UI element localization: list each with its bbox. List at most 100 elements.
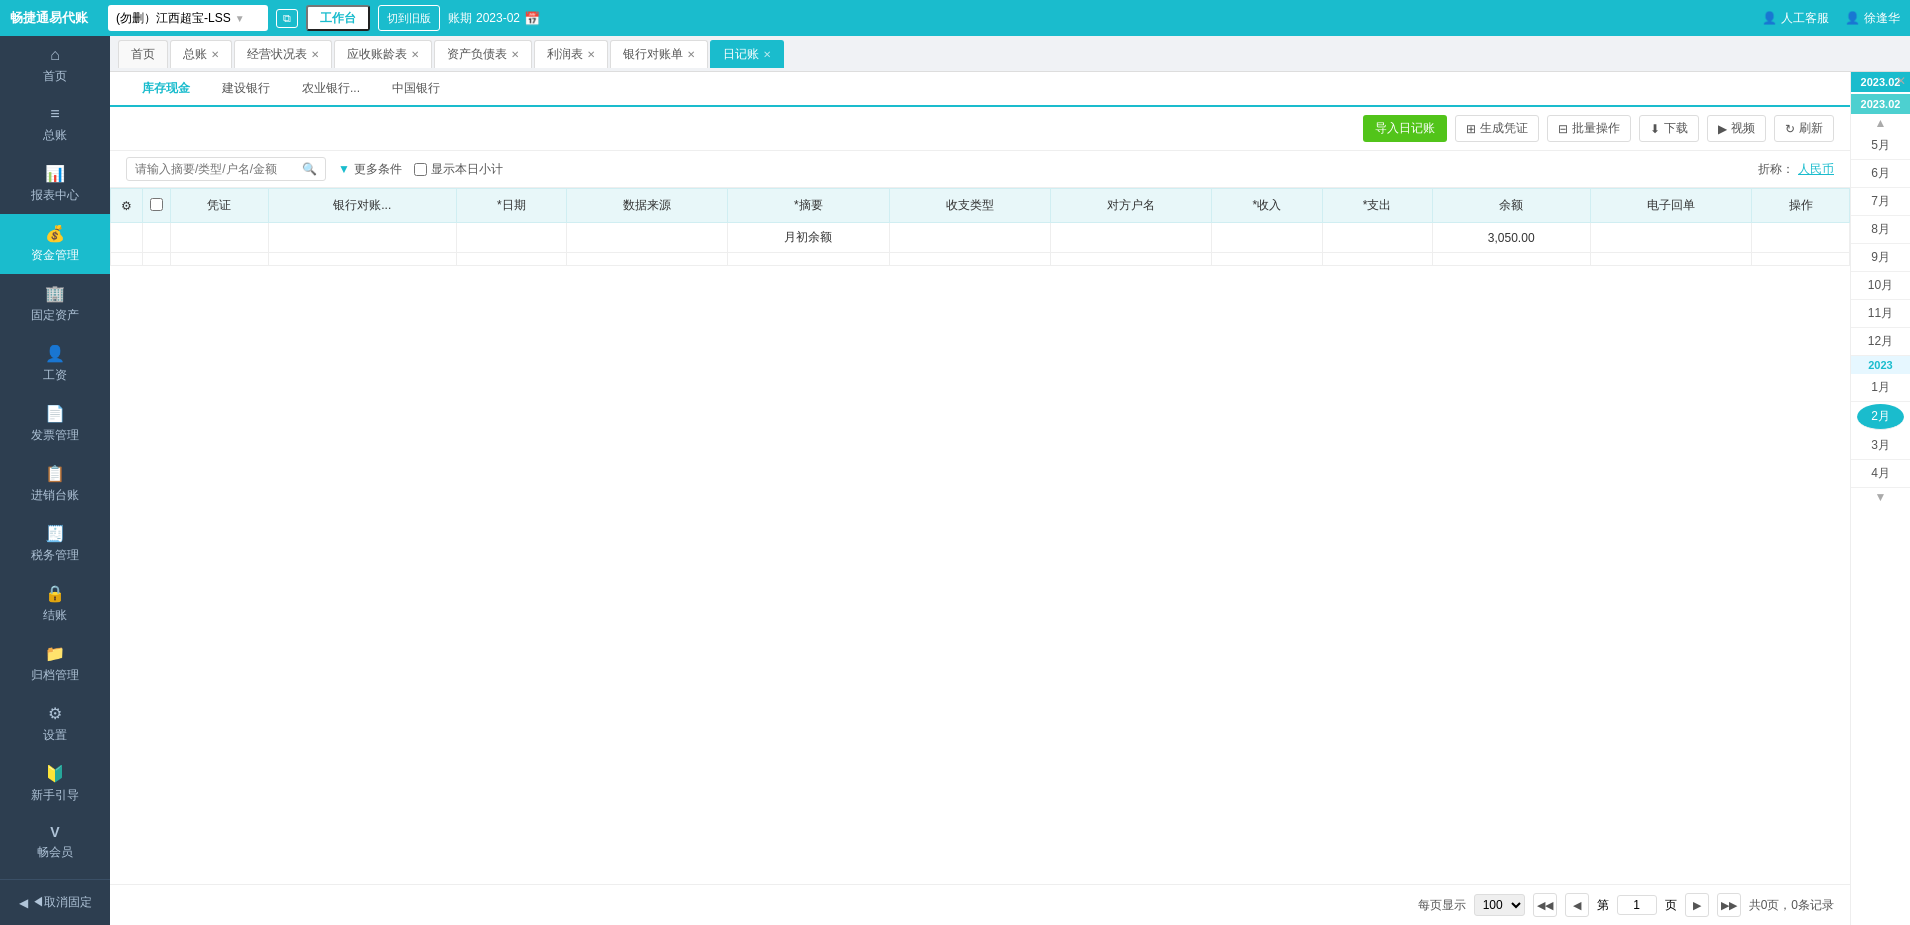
import-journal-button[interactable]: 导入日记账	[1363, 115, 1447, 142]
last-page-button[interactable]: ▶▶	[1717, 893, 1741, 917]
cal-month-9[interactable]: 9月	[1851, 244, 1910, 272]
chevron-down-icon: ▼	[235, 13, 245, 24]
cal-year-header-alt[interactable]: 2023.02	[1851, 94, 1910, 114]
cal-month-2023-1[interactable]: 1月	[1851, 374, 1910, 402]
cal-month-12[interactable]: 12月	[1851, 328, 1910, 356]
more-conditions-button[interactable]: ▼ 更多条件	[338, 161, 402, 178]
col-check[interactable]	[143, 189, 171, 223]
tab-receivable[interactable]: 应收账龄表 ✕	[334, 40, 432, 68]
cal-year-2023-label[interactable]: 2023	[1851, 356, 1910, 374]
per-page-select[interactable]: 100	[1474, 894, 1525, 916]
first-page-button[interactable]: ◀◀	[1533, 893, 1557, 917]
user-profile[interactable]: 👤 徐逢华	[1845, 10, 1900, 27]
cal-month-8[interactable]: 8月	[1851, 216, 1910, 244]
tab-bar: 首页 总账 ✕ 经营状况表 ✕ 应收账龄表 ✕ 资产负债表 ✕ 利润表 ✕	[110, 36, 1910, 72]
per-page-label: 每页显示	[1418, 897, 1466, 914]
sidebar-item-invoices[interactable]: 📄 发票管理	[0, 394, 110, 454]
close-icon[interactable]: ✕	[311, 49, 319, 60]
sidebar-item-guide[interactable]: 🔰 新手引导	[0, 754, 110, 814]
sub-tab-cash[interactable]: 库存现金	[126, 72, 206, 107]
cal-nav-down[interactable]: ▼	[1851, 488, 1910, 506]
sidebar-item-reports[interactable]: 📊 报表中心	[0, 154, 110, 214]
cal-month-2023-3[interactable]: 3月	[1851, 432, 1910, 460]
cal-nav-up[interactable]: ▲	[1851, 114, 1910, 132]
page-number-input[interactable]	[1617, 895, 1657, 915]
cal-month-10[interactable]: 10月	[1851, 272, 1910, 300]
cal-nav-down-icon[interactable]: ▼	[1875, 490, 1887, 504]
sub-tab-abc[interactable]: 农业银行...	[286, 72, 376, 107]
old-version-button[interactable]: 切到旧版	[378, 5, 440, 31]
tab-bank[interactable]: 银行对账单 ✕	[610, 40, 708, 68]
tab-general[interactable]: 总账 ✕	[170, 40, 232, 68]
table-header: ⚙ 凭证 银行对账... *日期 数据来源 *摘要 收支类型 对方户名 *收入	[111, 189, 1850, 223]
cal-month-2023-4[interactable]: 4月	[1851, 460, 1910, 488]
currency-link[interactable]: 人民币	[1798, 161, 1834, 178]
close-icon[interactable]: ✕	[763, 49, 771, 60]
close-icon[interactable]: ✕	[687, 49, 695, 60]
batch-ops-button[interactable]: ⊟ 批量操作	[1547, 115, 1631, 142]
table-row: 月初余额 3,050.00	[111, 223, 1850, 253]
archive-icon: 📁	[45, 644, 65, 663]
refresh-button[interactable]: ↻ 刷新	[1774, 115, 1834, 142]
cal-month-11[interactable]: 11月	[1851, 300, 1910, 328]
close-icon[interactable]: ✕	[511, 49, 519, 60]
select-all-checkbox[interactable]	[150, 198, 163, 211]
sidebar-item-general[interactable]: ≡ 总账	[0, 95, 110, 154]
sidebar-item-tax[interactable]: 🧾 税务管理	[0, 514, 110, 574]
daily-subtotal-checkbox[interactable]	[414, 163, 427, 176]
sidebar-item-settings[interactable]: ⚙ 设置	[0, 694, 110, 754]
row-balance	[1432, 253, 1590, 266]
close-icon[interactable]: ✕	[587, 49, 595, 60]
sidebar-item-capital[interactable]: 💰 资金管理	[0, 214, 110, 274]
row-expense	[1322, 253, 1432, 266]
close-icon[interactable]: ✕	[411, 49, 419, 60]
download-button[interactable]: ⬇ 下载	[1639, 115, 1699, 142]
sub-tab-ccb[interactable]: 建设银行	[206, 72, 286, 107]
tab-status[interactable]: 经营状况表 ✕	[234, 40, 332, 68]
calendar-panel: ✕ 2023.02 2023.02 ▲ 5月 6月 7月 8月 9月 10月 1…	[1850, 72, 1910, 925]
company-name: (勿删）江西超宝-LSS	[116, 10, 231, 27]
prev-page-button[interactable]: ◀	[1565, 893, 1589, 917]
customer-service[interactable]: 👤 人工客服	[1762, 10, 1829, 27]
next-page-button[interactable]: ▶	[1685, 893, 1709, 917]
workspace-button[interactable]: 工作台	[306, 5, 370, 31]
unpin-button[interactable]: ◀ ◀取消固定	[0, 888, 110, 917]
cal-month-6[interactable]: 6月	[1851, 160, 1910, 188]
col-data-source: 数据来源	[566, 189, 727, 223]
sidebar-item-home[interactable]: ⌂ 首页	[0, 36, 110, 95]
cal-month-7[interactable]: 7月	[1851, 188, 1910, 216]
tab-profit[interactable]: 利润表 ✕	[534, 40, 608, 68]
calendar-close-button[interactable]: ✕	[1896, 74, 1906, 88]
cal-nav-up-icon[interactable]: ▲	[1875, 116, 1887, 130]
video-button[interactable]: ▶ 视频	[1707, 115, 1766, 142]
sidebar-item-wages[interactable]: 👤 工资	[0, 334, 110, 394]
search-input[interactable]	[135, 162, 298, 176]
generate-voucher-button[interactable]: ⊞ 生成凭证	[1455, 115, 1539, 142]
close-icon[interactable]: ✕	[211, 49, 219, 60]
company-selector[interactable]: (勿删）江西超宝-LSS ▼	[108, 5, 268, 31]
tab-home[interactable]: 首页	[118, 40, 168, 68]
col-settings[interactable]: ⚙	[111, 189, 143, 223]
avatar: 👤	[1845, 11, 1860, 25]
sub-tab-boc[interactable]: 中国银行	[376, 72, 456, 107]
sidebar-item-archive[interactable]: 📁 归档管理	[0, 634, 110, 694]
calendar-icon[interactable]: 📅	[524, 11, 540, 26]
search-icon[interactable]: 🔍	[302, 162, 317, 176]
sidebar-item-closing[interactable]: 🔒 结账	[0, 574, 110, 634]
row-income	[1212, 253, 1322, 266]
period-label: 账期	[448, 10, 472, 27]
search-box[interactable]: 🔍	[126, 157, 326, 181]
sidebar-item-fixed[interactable]: 🏢 固定资产	[0, 274, 110, 334]
refresh-icon: ↻	[1785, 122, 1795, 136]
sidebar-item-purchase[interactable]: 📋 进销台账	[0, 454, 110, 514]
row-electronic	[1590, 253, 1751, 266]
cal-month-2023-2[interactable]: 2月	[1857, 404, 1904, 430]
row-settings	[111, 223, 143, 253]
sidebar-item-member[interactable]: V 畅会员	[0, 814, 110, 871]
tab-journal[interactable]: 日记账 ✕	[710, 40, 784, 68]
tab-assets[interactable]: 资产负债表 ✕	[434, 40, 532, 68]
sidebar-item-label: 首页	[43, 68, 67, 85]
copy-button[interactable]: ⧉	[276, 9, 298, 28]
cal-month-5[interactable]: 5月	[1851, 132, 1910, 160]
show-daily-subtotal[interactable]: 显示本日小计	[414, 161, 503, 178]
